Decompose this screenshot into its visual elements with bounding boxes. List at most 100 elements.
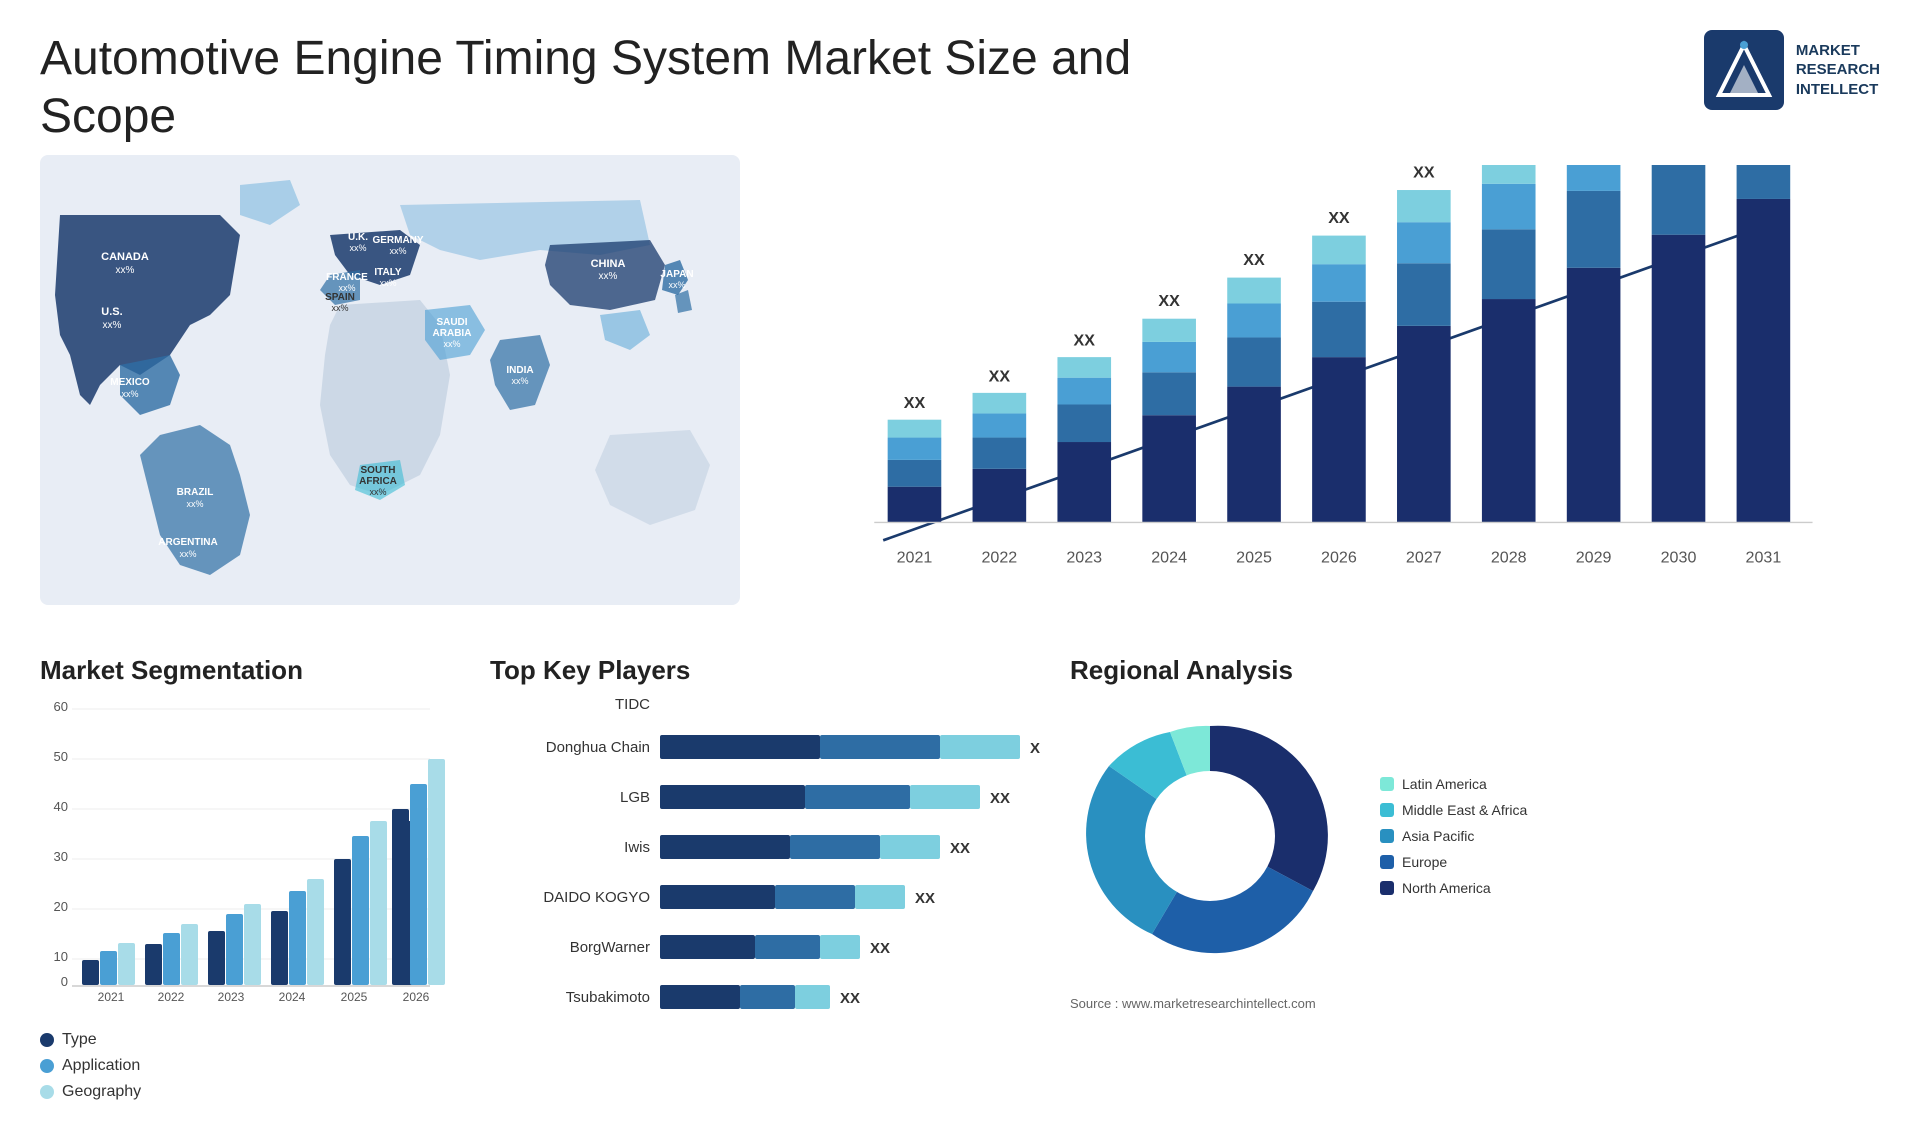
svg-text:20: 20 xyxy=(54,899,68,914)
bottom-row: Market Segmentation 60 50 40 30 20 10 0 xyxy=(40,655,1880,1085)
bar-svg-donghua: XX xyxy=(660,731,1040,763)
key-players-section: Top Key Players TIDC Donghua Chain xyxy=(490,655,1050,1085)
svg-text:xx%: xx% xyxy=(116,265,135,276)
svg-text:30: 30 xyxy=(54,849,68,864)
svg-text:xx%: xx% xyxy=(121,389,138,399)
svg-text:XX: XX xyxy=(1074,332,1096,350)
bar-chart-section: XX 2021 XX 2022 XX 2023 xyxy=(780,155,1880,635)
legend-dot-type xyxy=(40,1033,54,1047)
svg-text:xx%: xx% xyxy=(179,549,196,559)
svg-text:JAPAN: JAPAN xyxy=(660,269,693,280)
regional-section: Regional Analysis xyxy=(1070,655,1880,1085)
svg-text:2026: 2026 xyxy=(403,990,430,1004)
map-svg: CANADA xx% U.S. xx% MEXICO xx% BRAZIL xx… xyxy=(40,155,740,605)
color-middle-east xyxy=(1380,803,1394,817)
legend-dot-application xyxy=(40,1059,54,1073)
svg-text:2029: 2029 xyxy=(1576,549,1612,567)
label-latin-america: Latin America xyxy=(1402,776,1487,792)
legend-label-type: Type xyxy=(62,1031,97,1049)
player-iwis: Iwis XX xyxy=(490,831,1050,863)
svg-text:CANADA: CANADA xyxy=(101,251,149,263)
svg-text:ARGENTINA: ARGENTINA xyxy=(158,537,217,548)
world-map: CANADA xx% U.S. xx% MEXICO xx% BRAZIL xx… xyxy=(40,155,720,595)
svg-text:BRAZIL: BRAZIL xyxy=(177,487,214,498)
color-asia-pacific xyxy=(1380,829,1394,843)
bar-svg-tsubakimoto: XX xyxy=(660,981,1040,1013)
svg-text:AFRICA: AFRICA xyxy=(359,476,397,487)
players-container: TIDC Donghua Chain XX xyxy=(490,696,1050,1013)
label-europe: Europe xyxy=(1402,854,1447,870)
player-bar-borgwarner: XX xyxy=(660,931,1040,963)
bar-svg-lgb: XX xyxy=(660,781,1040,813)
svg-text:XX: XX xyxy=(840,990,860,1007)
svg-text:XX: XX xyxy=(989,367,1011,385)
color-europe xyxy=(1380,855,1394,869)
player-donghua: Donghua Chain XX xyxy=(490,731,1050,763)
legend-type: Type xyxy=(40,1031,470,1049)
player-name-daido: DAIDO KOGYO xyxy=(490,889,650,906)
player-tsubakimoto: Tsubakimoto XX xyxy=(490,981,1050,1013)
svg-text:XX: XX xyxy=(950,840,970,857)
color-latin-america xyxy=(1380,777,1394,791)
svg-text:2023: 2023 xyxy=(1066,549,1102,567)
svg-text:xx%: xx% xyxy=(331,303,348,313)
legend-middle-east: Middle East & Africa xyxy=(1380,802,1527,818)
donut-chart xyxy=(1070,696,1350,976)
svg-text:XX: XX xyxy=(1158,292,1180,310)
regional-title: Regional Analysis xyxy=(1070,655,1880,686)
svg-text:xx%: xx% xyxy=(511,376,528,386)
player-borgwarner: BorgWarner XX xyxy=(490,931,1050,963)
segmentation-chart: 60 50 40 30 20 10 0 xyxy=(40,696,460,1016)
svg-text:xx%: xx% xyxy=(443,339,460,349)
svg-text:INDIA: INDIA xyxy=(506,365,533,376)
label-north-america: North America xyxy=(1402,880,1491,896)
svg-text:xx%: xx% xyxy=(389,246,406,256)
player-tidc: TIDC xyxy=(490,696,1050,713)
main-content: CANADA xx% U.S. xx% MEXICO xx% BRAZIL xx… xyxy=(0,155,1920,1085)
svg-text:0: 0 xyxy=(61,974,68,989)
legend-geography: Geography xyxy=(40,1083,470,1101)
svg-text:xx%: xx% xyxy=(103,320,122,331)
svg-text:2030: 2030 xyxy=(1661,549,1697,567)
svg-text:60: 60 xyxy=(54,699,68,714)
svg-text:ARABIA: ARABIA xyxy=(433,328,472,339)
bar-svg-daido: XX xyxy=(660,881,1040,913)
donut-container: Latin America Middle East & Africa Asia … xyxy=(1070,696,1880,976)
svg-text:xx%: xx% xyxy=(369,487,386,497)
svg-text:SOUTH: SOUTH xyxy=(361,465,396,476)
svg-text:10: 10 xyxy=(54,949,68,964)
svg-text:XX: XX xyxy=(1413,165,1435,182)
svg-text:MEXICO: MEXICO xyxy=(110,377,150,388)
header: Automotive Engine Timing System Market S… xyxy=(0,0,1920,155)
player-bar-iwis: XX xyxy=(660,831,1040,863)
legend-application: Application xyxy=(40,1057,470,1075)
svg-text:xx%: xx% xyxy=(599,271,618,282)
logo-text: MARKET RESEARCH INTELLECT xyxy=(1796,41,1880,100)
segmentation-section: Market Segmentation 60 50 40 30 20 10 0 xyxy=(40,655,470,1085)
legend-dot-geography xyxy=(40,1085,54,1099)
logo-icon xyxy=(1704,30,1784,110)
player-bar-donghua: XX xyxy=(660,731,1040,763)
legend-label-geography: Geography xyxy=(62,1083,141,1101)
svg-text:U.S.: U.S. xyxy=(101,306,122,318)
growth-bar-chart: XX 2021 XX 2022 XX 2023 xyxy=(800,165,1860,585)
player-daido: DAIDO KOGYO XX xyxy=(490,881,1050,913)
svg-text:2025: 2025 xyxy=(341,990,368,1004)
bar-svg-borgwarner: XX xyxy=(660,931,1040,963)
player-name-borgwarner: BorgWarner xyxy=(490,939,650,956)
segmentation-legend: Type Application Geography xyxy=(40,1031,470,1101)
svg-text:XX: XX xyxy=(1328,209,1350,227)
legend-europe: Europe xyxy=(1380,854,1527,870)
svg-text:2023: 2023 xyxy=(218,990,245,1004)
svg-text:XX: XX xyxy=(990,790,1010,807)
legend-label-application: Application xyxy=(62,1057,140,1075)
player-bar-daido: XX xyxy=(660,881,1040,913)
legend-asia-pacific: Asia Pacific xyxy=(1380,828,1527,844)
svg-text:XX: XX xyxy=(1243,251,1265,269)
svg-text:FRANCE: FRANCE xyxy=(326,272,368,283)
svg-text:2026: 2026 xyxy=(1321,549,1357,567)
svg-text:XX: XX xyxy=(1030,740,1040,757)
svg-text:40: 40 xyxy=(54,799,68,814)
label-middle-east: Middle East & Africa xyxy=(1402,802,1527,818)
key-players-title: Top Key Players xyxy=(490,655,1050,686)
